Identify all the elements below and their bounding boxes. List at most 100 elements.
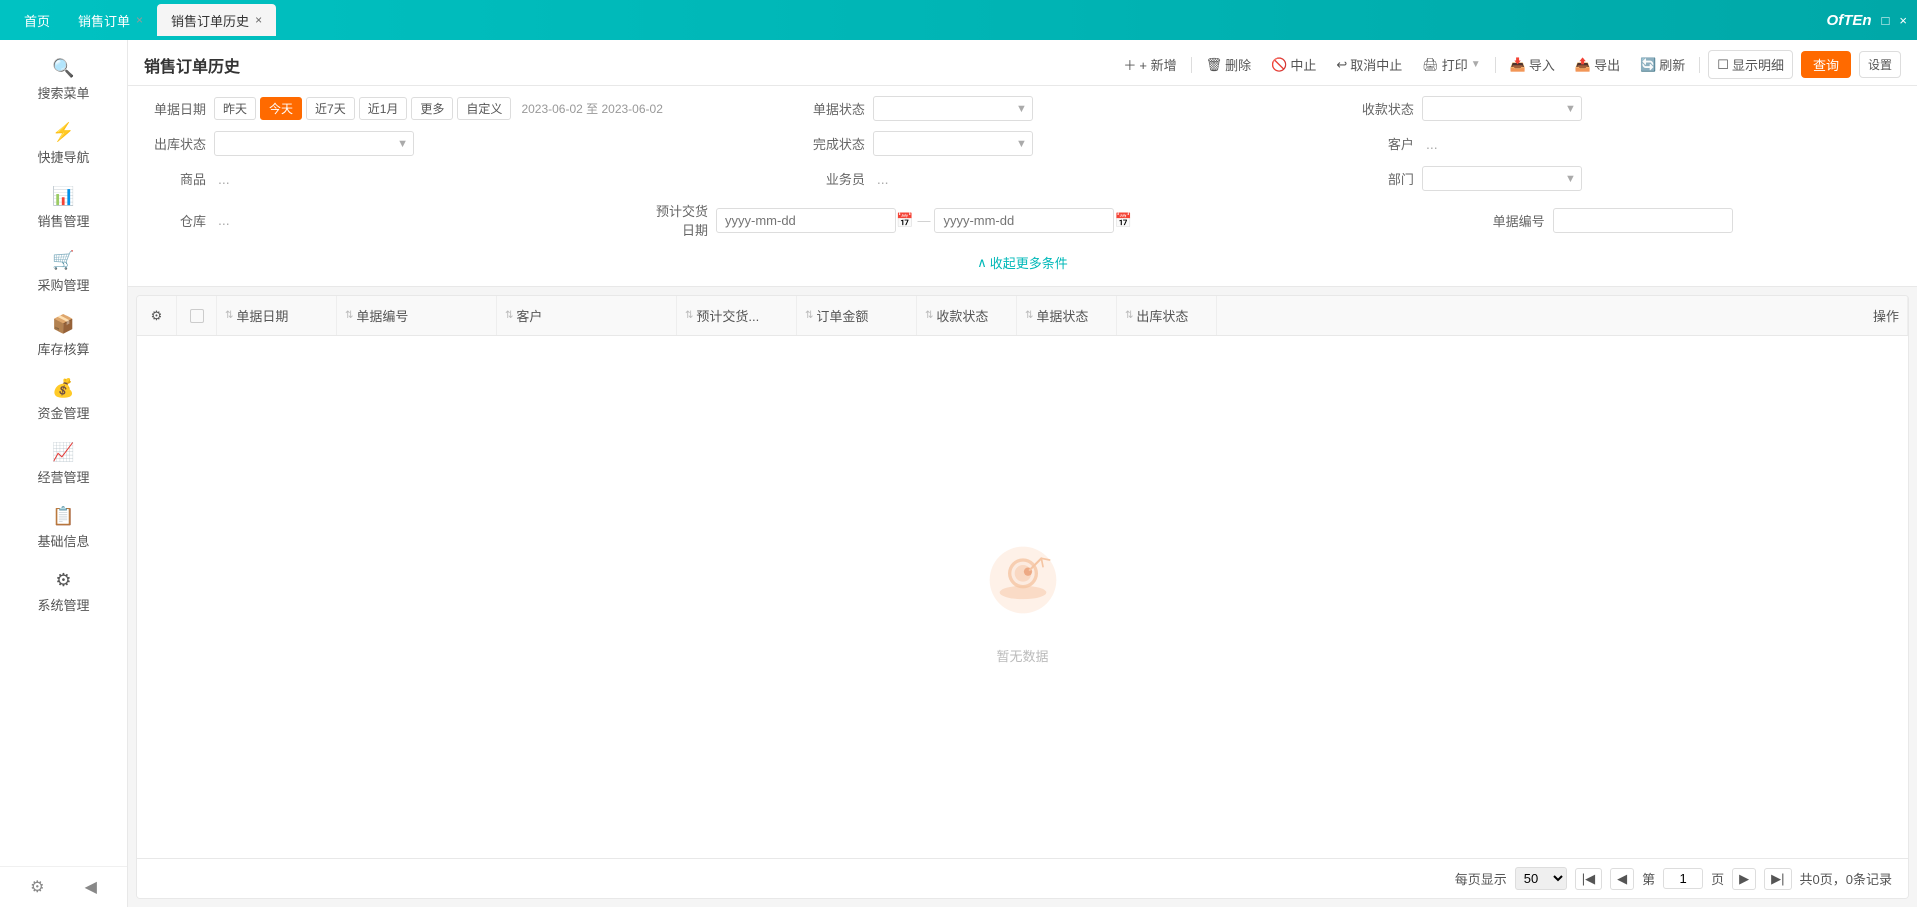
delete-button[interactable]: 🗑 删除 [1200,52,1258,77]
inventory-icon: 📦 [52,314,74,335]
th-order-status[interactable]: ⇅ 单据状态 [1017,296,1117,335]
next-page-btn[interactable]: ▶ [1732,868,1756,890]
th-settings[interactable]: ⚙ [137,296,177,335]
sidebar-item-operations[interactable]: 📈 经营管理 [0,432,127,496]
display-cols-label: 显示明细 [1732,55,1784,74]
delivery-date-col: 预计交货日期 📅 — 📅 [646,201,1483,239]
sidebar-item-finance[interactable]: 💰 资金管理 [0,368,127,432]
th-amount[interactable]: ⇅ 订单金额 [797,296,917,335]
export-label: 导出 [1594,55,1620,74]
sort-warehouse-icon: ⇅ [1125,310,1133,321]
filter-row-3: 商品 ... 业务员 ... 部门 ▼ [144,166,1901,191]
th-amount-label: 订单金额 [816,306,868,325]
payment-status-select[interactable] [1422,96,1582,121]
collapse-row: ∧ 收起更多条件 [144,249,1901,276]
prev-page-btn[interactable]: ◀ [1610,868,1634,890]
sidebar-item-quick-nav[interactable]: ⚡ 快捷导航 [0,112,127,176]
goods-label: 商品 [144,169,214,188]
refresh-button[interactable]: 🔄 刷新 [1634,52,1691,77]
stop-button[interactable]: 🚫 中止 [1265,52,1322,77]
topbar-close[interactable]: × [1899,13,1907,28]
th-payment-status[interactable]: ⇅ 收款状态 [917,296,1017,335]
warehouse-status-select[interactable] [214,131,414,156]
refresh-icon: 🔄 [1640,57,1656,73]
complete-status-wrap: ▼ [873,131,1033,156]
th-checkbox[interactable] [177,296,217,335]
tab-home[interactable]: 首页 [10,4,64,36]
delete-icon: 🗑 [1206,57,1223,73]
sidebar-item-basic-info[interactable]: 📋 基础信息 [0,496,127,560]
salesperson-col: 业务员 ... [803,169,1352,188]
content-area: 销售订单历史 ＋ + 新增 🗑 删除 🚫 中止 ↩ 取消中止 [128,40,1917,907]
warehouse-dots[interactable]: ... [214,212,234,228]
date-btn-7days[interactable]: 近7天 [306,97,355,120]
print-button[interactable]: 🖨 打印 ▼ [1416,52,1486,77]
sidebar-item-inventory[interactable]: 📦 库存核算 [0,304,127,368]
close-sales-order-icon[interactable]: × [136,13,143,27]
refresh-label: 刷新 [1659,55,1685,74]
display-cols-button[interactable]: ☐ 显示明细 [1708,50,1793,79]
sidebar-settings-icon[interactable]: ⚙ [30,877,44,897]
delivery-date-start-input[interactable] [716,208,896,233]
date-btn-yesterday[interactable]: 昨天 [214,97,256,120]
first-page-btn[interactable]: |◀ [1575,868,1602,890]
th-customer[interactable]: ⇅ 客户 [497,296,677,335]
sidebar-item-sales[interactable]: 📊 销售管理 [0,176,127,240]
tab-sales-order-history[interactable]: 销售订单历史 × [157,4,276,36]
header-checkbox[interactable] [190,309,204,323]
complete-status-select[interactable] [873,131,1033,156]
new-icon: ＋ [1123,55,1136,74]
customer-dots[interactable]: ... [1422,136,1442,152]
order-no-input[interactable] [1553,208,1733,233]
import-button[interactable]: 📥 导入 [1504,52,1561,77]
salesperson-dots[interactable]: ... [873,171,893,187]
date-btn-today[interactable]: 今天 [260,97,302,120]
customer-label: 客户 [1352,134,1422,153]
date-control: 昨天 今天 近7天 近1月 更多 自定义 2023-06-02 至 2023-0… [214,97,803,120]
delivery-date-end-input[interactable] [934,208,1114,233]
page-title: 销售订单历史 [144,53,240,77]
system-icon: ⚙ [55,570,71,591]
topbar-restore[interactable]: □ [1882,13,1890,28]
complete-status-col: 完成状态 ▼ [803,131,1352,156]
close-sales-order-history-icon[interactable]: × [255,13,262,27]
th-warehouse-status[interactable]: ⇅ 出库状态 [1117,296,1217,335]
last-page-btn[interactable]: ▶| [1764,868,1791,890]
per-page-select[interactable]: 50 10 20 100 [1515,867,1567,890]
sidebar-collapse-icon[interactable]: ◀ [85,877,97,897]
query-button[interactable]: 查询 [1801,51,1851,78]
collapse-button[interactable]: ∧ 收起更多条件 [977,253,1068,272]
sidebar-item-system[interactable]: ⚙ 系统管理 [0,560,127,624]
page-prefix-label: 第 [1642,869,1655,888]
filter-row-4: 仓库 ... 预计交货日期 📅 — 📅 单据编号 [144,201,1901,239]
date-btn-1month[interactable]: 近1月 [359,97,408,120]
settings-col-icon: ⚙ [151,308,163,324]
new-button[interactable]: ＋ + 新增 [1117,52,1182,77]
cancel-stop-button[interactable]: ↩ 取消中止 [1330,52,1408,77]
purchase-icon: 🛒 [52,250,74,271]
calendar-end-icon[interactable]: 📅 [1114,212,1131,229]
export-button[interactable]: 📤 导出 [1569,52,1626,77]
department-select[interactable] [1422,166,1582,191]
date-buttons: 昨天 今天 近7天 近1月 更多 自定义 [214,97,511,120]
date-range-text: 2023-06-02 至 2023-06-02 [521,100,662,117]
tab-sales-order[interactable]: 销售订单 × [64,4,157,36]
chevron-up-icon: ∧ [977,255,987,271]
order-status-select[interactable] [873,96,1033,121]
tab-sales-order-history-label: 销售订单历史 [171,11,249,30]
settings-button[interactable]: 设置 [1859,51,1901,78]
th-date[interactable]: ⇅ 单据日期 [217,296,337,335]
th-order-no[interactable]: ⇅ 单据编号 [337,296,497,335]
th-delivery[interactable]: ⇅ 预计交货... [677,296,797,335]
delivery-date-label: 预计交货日期 [646,201,716,239]
payment-status-label: 收款状态 [1352,99,1422,118]
department-label: 部门 [1352,169,1422,188]
salesperson-label: 业务员 [803,169,873,188]
date-btn-more[interactable]: 更多 [411,97,453,120]
sidebar-item-purchase[interactable]: 🛒 采购管理 [0,240,127,304]
page-number-input[interactable] [1663,868,1703,889]
calendar-start-icon[interactable]: 📅 [896,212,913,229]
sidebar-item-search[interactable]: 🔍 搜索菜单 [0,48,127,112]
goods-dots[interactable]: ... [214,171,234,187]
date-btn-custom[interactable]: 自定义 [457,97,511,120]
